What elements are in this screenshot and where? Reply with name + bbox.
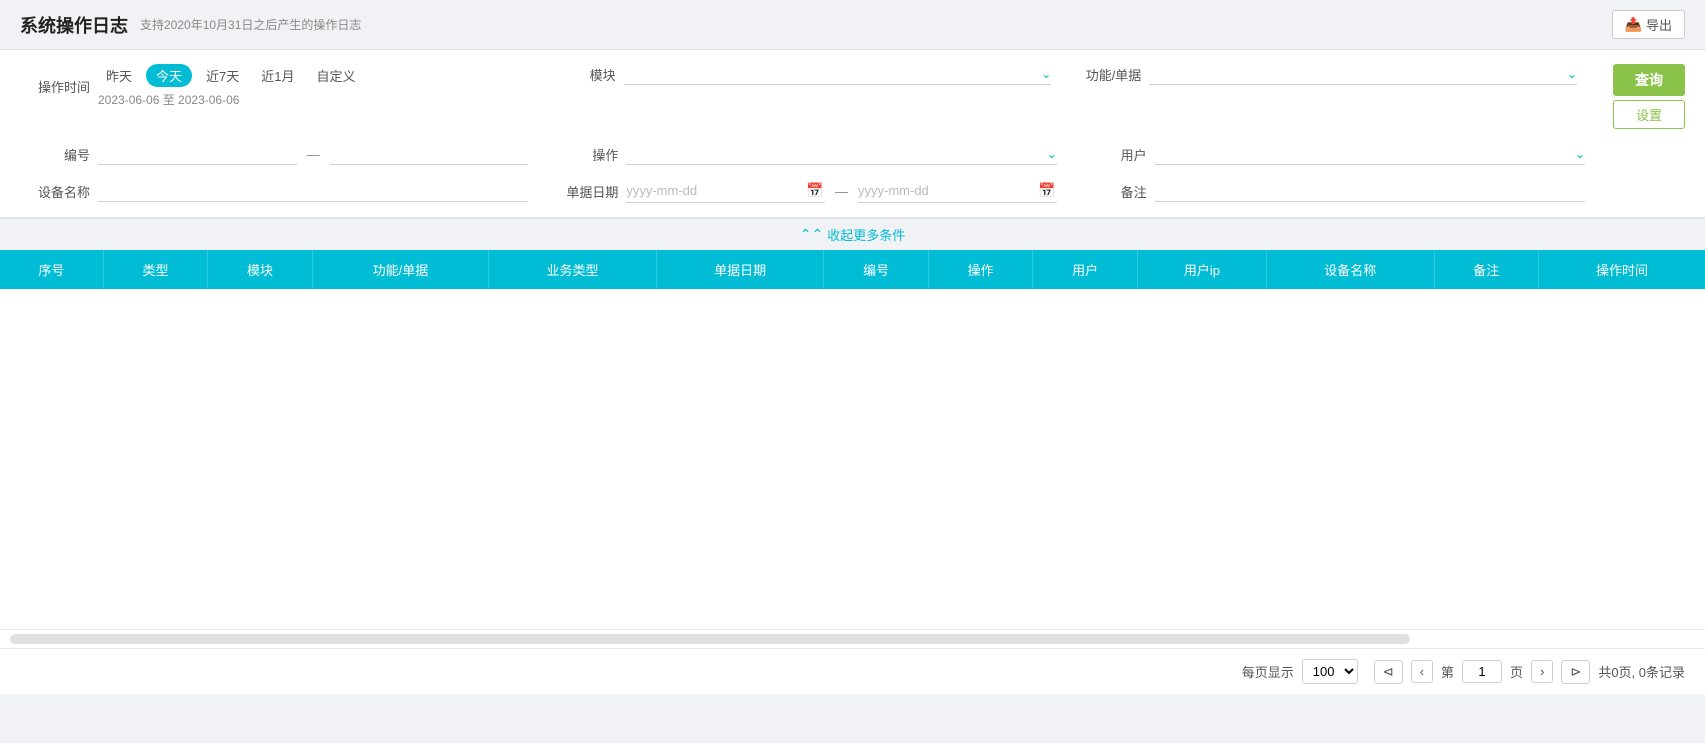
col-type: 类型 (103, 250, 207, 289)
pagination: 每页显示 100 10 20 50 200 ⊲ ‹ 第 页 › ⊳ 共0页, 0… (0, 648, 1705, 694)
action-buttons: 查询 设置 (1613, 64, 1685, 129)
col-module: 模块 (208, 250, 312, 289)
op-select[interactable]: ⌄ (626, 144, 1056, 165)
next-page-button[interactable]: › (1531, 660, 1553, 683)
col-seq: 序号 (0, 250, 103, 289)
last-page-button[interactable]: ⊳ (1561, 660, 1590, 684)
op-chevron-icon: ⌄ (1047, 147, 1057, 161)
col-op-time: 操作时间 (1539, 250, 1705, 289)
page-title: 系统操作日志 (20, 12, 128, 38)
per-page-label: 每页显示 (1242, 662, 1294, 681)
page-prefix: 第 (1441, 662, 1454, 681)
col-remark: 备注 (1434, 250, 1538, 289)
data-table: 序号 类型 模块 功能/单据 业务类型 单据日期 编号 操作 用户 用户ip 设… (0, 250, 1705, 289)
time-btn-custom[interactable]: 自定义 (309, 64, 364, 87)
code-filter-cell: 编号 — (20, 143, 528, 165)
user-filter-cell: 用户 ⌄ (1077, 144, 1585, 165)
calendar-end-icon[interactable]: 📅 (1038, 182, 1055, 199)
table-header: 序号 类型 模块 功能/单据 业务类型 单据日期 编号 操作 用户 用户ip 设… (0, 250, 1705, 289)
time-btn-1month[interactable]: 近1月 (253, 64, 302, 87)
collapse-bar[interactable]: ⌃⌃ 收起更多条件 (0, 218, 1705, 250)
module-chevron-icon: ⌄ (1041, 67, 1051, 81)
date-start-input[interactable] (626, 183, 802, 198)
user-label: 用户 (1077, 145, 1147, 164)
table-wrap: 序号 类型 模块 功能/单据 业务类型 单据日期 编号 操作 用户 用户ip 设… (0, 250, 1705, 629)
op-label: 操作 (548, 145, 618, 164)
time-label: 操作时间 (20, 77, 90, 96)
settings-button[interactable]: 设置 (1613, 100, 1685, 129)
device-input[interactable] (98, 180, 528, 202)
module-label: 模块 (546, 65, 616, 84)
func-select[interactable]: ⌄ (1149, 64, 1577, 85)
col-biz-type: 业务类型 (489, 250, 657, 289)
func-label: 功能/单据 (1071, 65, 1141, 84)
col-code: 编号 (824, 250, 928, 289)
remark-filter-cell: 备注 (1077, 180, 1585, 202)
export-button[interactable]: 📤 导出 (1612, 10, 1685, 39)
module-filter-cell: 模块 ⌄ (546, 64, 1052, 85)
collapse-label: 收起更多条件 (827, 225, 905, 244)
first-page-button[interactable]: ⊲ (1374, 660, 1403, 684)
query-button[interactable]: 查询 (1613, 64, 1685, 96)
export-icon: 📤 (1625, 16, 1642, 33)
col-user: 用户 (1033, 250, 1137, 289)
col-user-ip: 用户ip (1137, 250, 1266, 289)
time-buttons: 昨天 今天 近7天 近1月 自定义 (98, 64, 364, 87)
col-doc-date: 单据日期 (656, 250, 824, 289)
export-label: 导出 (1646, 15, 1672, 34)
user-select[interactable]: ⌄ (1155, 144, 1585, 165)
prev-page-button[interactable]: ‹ (1411, 660, 1433, 683)
user-chevron-icon: ⌄ (1575, 147, 1585, 161)
doc-date-label: 单据日期 (548, 182, 618, 201)
device-filter-cell: 设备名称 (20, 180, 528, 202)
empty-area (0, 289, 1705, 629)
func-chevron-icon: ⌄ (1567, 67, 1577, 81)
time-filter-cell: 操作时间 昨天 今天 近7天 近1月 自定义 2023-06-06 至 2023… (20, 64, 526, 108)
page-header: 系统操作日志 支持2020年10月31日之后产生的操作日志 📤 导出 (0, 0, 1705, 50)
code-label: 编号 (20, 145, 90, 164)
scrollbar-area[interactable] (0, 629, 1705, 648)
collapse-icon: ⌃⌃ (800, 226, 823, 243)
col-op: 操作 (928, 250, 1032, 289)
time-filter-area: 昨天 今天 近7天 近1月 自定义 2023-06-06 至 2023-06-0… (98, 64, 364, 108)
page-subtitle: 支持2020年10月31日之后产生的操作日志 (140, 16, 361, 33)
page-total: 共0页, 0条记录 (1598, 662, 1685, 681)
code-start-input[interactable] (98, 143, 297, 165)
time-btn-7days[interactable]: 近7天 (198, 64, 247, 87)
time-btn-today[interactable]: 今天 (146, 64, 192, 87)
time-btn-yesterday[interactable]: 昨天 (98, 64, 140, 87)
per-page-select[interactable]: 100 10 20 50 200 (1302, 659, 1358, 684)
col-func: 功能/单据 (312, 250, 488, 289)
page-number-input[interactable] (1462, 660, 1502, 683)
date-end-input[interactable] (858, 183, 1034, 198)
date-end-wrap: 📅 (858, 179, 1057, 203)
horizontal-scrollbar[interactable] (10, 634, 1410, 644)
module-select[interactable]: ⌄ (624, 64, 1052, 85)
remark-label: 备注 (1077, 182, 1147, 201)
col-device: 设备名称 (1266, 250, 1434, 289)
filter-area: 操作时间 昨天 今天 近7天 近1月 自定义 2023-06-06 至 2023… (0, 50, 1705, 218)
remark-input[interactable] (1155, 180, 1585, 202)
page-suffix: 页 (1510, 662, 1523, 681)
calendar-start-icon[interactable]: 📅 (806, 182, 823, 199)
time-range-text: 2023-06-06 至 2023-06-06 (98, 91, 364, 108)
op-filter-cell: 操作 ⌄ (548, 144, 1056, 165)
func-filter-cell: 功能/单据 ⌄ (1071, 64, 1577, 85)
doc-date-filter-cell: 单据日期 📅 — 📅 (548, 179, 1056, 203)
date-start-wrap: 📅 (626, 179, 825, 203)
device-label: 设备名称 (20, 182, 90, 201)
code-end-input[interactable] (330, 143, 529, 165)
